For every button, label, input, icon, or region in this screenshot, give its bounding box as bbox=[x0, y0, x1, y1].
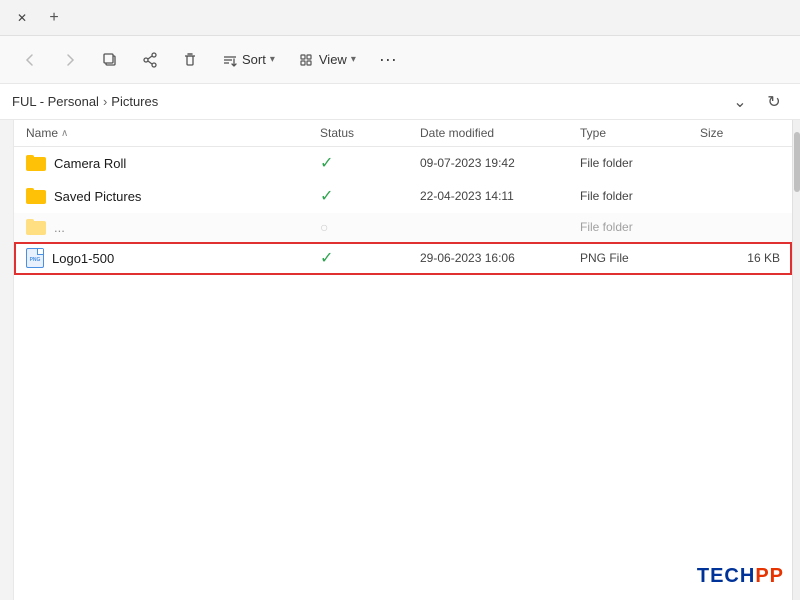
watermark: TECHPP bbox=[697, 565, 784, 588]
table-row[interactable]: Saved Pictures ✓ 22-04-2023 14:11 File f… bbox=[14, 180, 792, 213]
file-list: Name ∧ Status Date modified Type Size bbox=[14, 120, 792, 600]
file-name: Logo1-500 bbox=[52, 251, 114, 266]
nav-forward-button[interactable] bbox=[52, 42, 88, 78]
toolbar: Sort ▾ View ▾ ··· bbox=[0, 36, 800, 84]
breadcrumb-actions: ⌄ ↻ bbox=[726, 88, 788, 116]
table-row[interactable]: PNG Logo1-500 ✓ 29-06-2023 16:06 PNG Fil… bbox=[14, 242, 792, 275]
sort-chevron-icon: ▾ bbox=[270, 54, 275, 65]
file-type-cell: File folder bbox=[580, 189, 700, 203]
col-header-status[interactable]: Status bbox=[320, 126, 420, 140]
file-name-cell: Saved Pictures bbox=[26, 188, 320, 204]
refresh-button[interactable]: ↻ bbox=[760, 88, 788, 116]
tab-close-button[interactable]: ✕ bbox=[8, 4, 36, 32]
share-button[interactable] bbox=[132, 42, 168, 78]
status-badge: ✓ bbox=[320, 188, 333, 205]
scrollbar-thumb[interactable] bbox=[794, 132, 800, 192]
folder-icon bbox=[26, 219, 46, 235]
breadcrumb-prefix[interactable]: FUL - Personal bbox=[12, 94, 99, 109]
file-type-cell: PNG File bbox=[580, 251, 700, 265]
folder-icon bbox=[26, 155, 46, 171]
file-date-cell: 29-06-2023 16:06 bbox=[420, 251, 580, 265]
file-name-cell: PNG Logo1-500 bbox=[26, 248, 320, 268]
file-name: ... bbox=[54, 220, 65, 235]
file-name: Saved Pictures bbox=[54, 189, 141, 204]
file-status-cell: ✓ bbox=[320, 248, 420, 268]
file-type-cell: File folder bbox=[580, 220, 700, 234]
file-size-cell: 16 KB bbox=[700, 251, 780, 265]
col-header-name[interactable]: Name ∧ bbox=[26, 126, 320, 140]
file-status-cell: ○ bbox=[320, 219, 420, 235]
col-header-size[interactable]: Size bbox=[700, 126, 780, 140]
copy-button[interactable] bbox=[92, 42, 128, 78]
folder-icon bbox=[26, 188, 46, 204]
new-tab-button[interactable]: + bbox=[40, 4, 68, 32]
status-badge: ✓ bbox=[320, 250, 333, 267]
column-headers: Name ∧ Status Date modified Type Size bbox=[14, 120, 792, 147]
table-row[interactable]: Camera Roll ✓ 09-07-2023 19:42 File fold… bbox=[14, 147, 792, 180]
view-label: View bbox=[319, 52, 347, 67]
sort-button[interactable]: Sort ▾ bbox=[212, 42, 285, 78]
view-chevron-icon: ▾ bbox=[351, 54, 356, 65]
status-badge: ○ bbox=[320, 219, 328, 235]
file-rows-container: Camera Roll ✓ 09-07-2023 19:42 File fold… bbox=[14, 147, 792, 275]
sidebar-strip bbox=[0, 120, 14, 600]
breadcrumb-bar: FUL - Personal › Pictures ⌄ ↻ bbox=[0, 84, 800, 120]
file-date-cell: 22-04-2023 14:11 bbox=[420, 189, 580, 203]
file-status-cell: ✓ bbox=[320, 153, 420, 173]
view-button[interactable]: View ▾ bbox=[289, 42, 366, 78]
title-bar: ✕ + bbox=[0, 0, 800, 36]
more-options-button[interactable]: ··· bbox=[370, 42, 406, 78]
watermark-pp: PP bbox=[755, 565, 784, 587]
col-header-type[interactable]: Type bbox=[580, 126, 700, 140]
file-status-cell: ✓ bbox=[320, 186, 420, 206]
file-name-cell: ... bbox=[26, 219, 320, 235]
sort-label: Sort bbox=[242, 52, 266, 67]
file-type-cell: File folder bbox=[580, 156, 700, 170]
table-row[interactable]: ... ○ File folder bbox=[14, 213, 792, 242]
delete-button[interactable] bbox=[172, 42, 208, 78]
breadcrumb-dropdown-button[interactable]: ⌄ bbox=[726, 88, 754, 116]
col-header-date[interactable]: Date modified bbox=[420, 126, 580, 140]
name-sort-indicator: ∧ bbox=[61, 128, 68, 139]
breadcrumb-separator: › bbox=[103, 94, 107, 109]
content-area: Name ∧ Status Date modified Type Size bbox=[0, 120, 800, 600]
breadcrumb-current[interactable]: Pictures bbox=[111, 94, 158, 109]
breadcrumb: FUL - Personal › Pictures bbox=[12, 94, 158, 109]
file-name-cell: Camera Roll bbox=[26, 155, 320, 171]
nav-back-button[interactable] bbox=[12, 42, 48, 78]
scrollbar[interactable] bbox=[792, 120, 800, 600]
watermark-tech: TECH bbox=[697, 565, 755, 587]
png-file-icon: PNG bbox=[26, 248, 44, 268]
file-date-cell: 09-07-2023 19:42 bbox=[420, 156, 580, 170]
status-badge: ✓ bbox=[320, 155, 333, 172]
file-name: Camera Roll bbox=[54, 156, 126, 171]
